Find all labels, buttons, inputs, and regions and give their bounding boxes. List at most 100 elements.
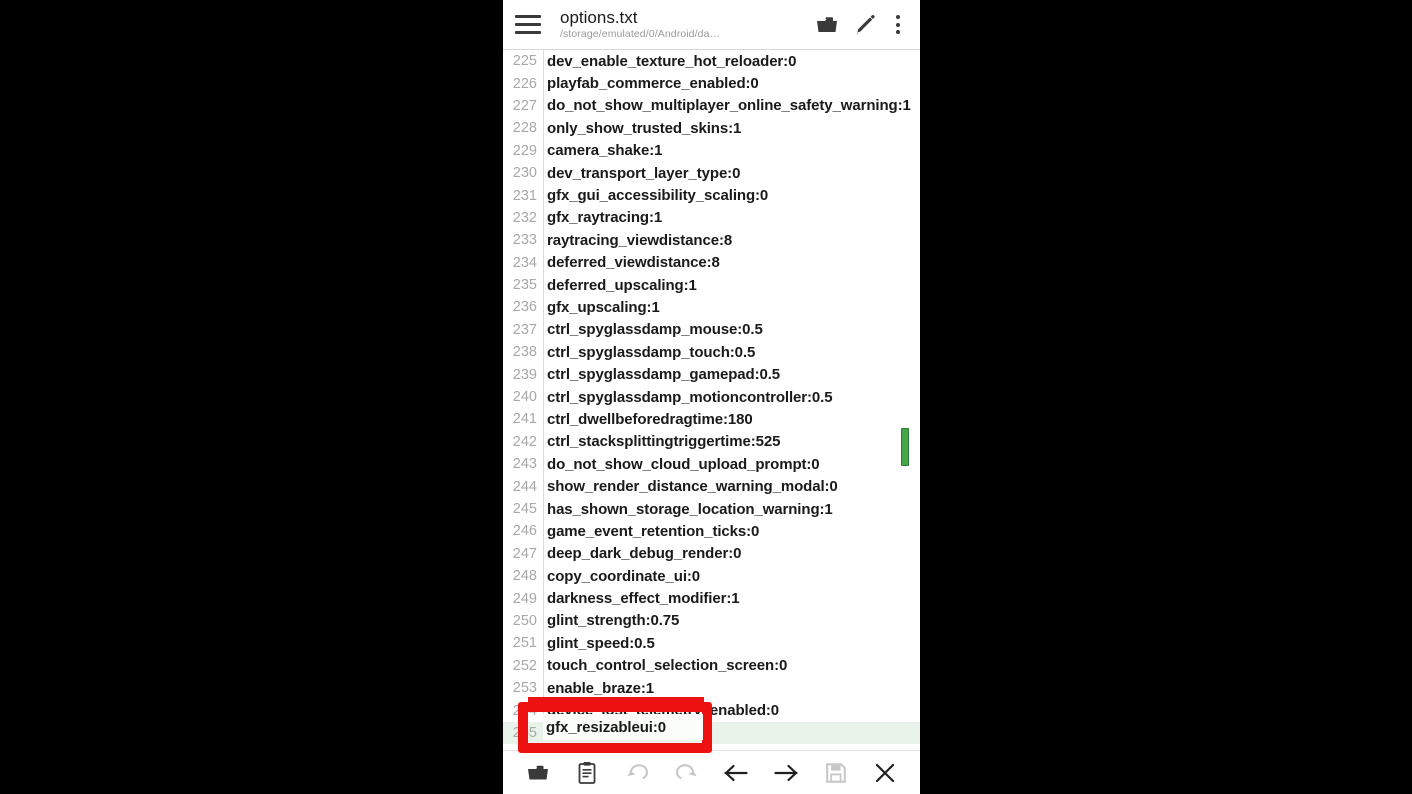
code-line-list[interactable]: 225 dev_enable_texture_hot_reloader:0 226 p…	[503, 50, 920, 745]
overflow-menu-button[interactable]	[884, 6, 912, 44]
vertical-scrollbar-thumb[interactable]	[901, 428, 909, 466]
line-text[interactable]: touch_control_selection_screen:0	[543, 657, 920, 674]
redo-button[interactable]	[667, 755, 707, 791]
code-line-row[interactable]: 228 only_show_trusted_skins:1	[503, 117, 920, 139]
code-line-row[interactable]: 246 game_event_retention_ticks:0	[503, 520, 920, 542]
line-text[interactable]: gfx_upscaling:1	[543, 299, 920, 316]
line-number: 234	[512, 254, 537, 271]
line-text[interactable]: camera_shake:1	[543, 142, 920, 159]
line-text[interactable]: show_render_distance_warning_modal:0	[543, 478, 920, 495]
line-number: 228	[512, 120, 537, 137]
line-text[interactable]: dev_enable_texture_hot_reloader:0	[543, 53, 920, 70]
code-line-row[interactable]: 226 playfab_commerce_enabled:0	[503, 72, 920, 94]
line-text[interactable]: glint_strength:0.75	[543, 612, 920, 629]
more-vertical-icon-dot	[896, 30, 900, 34]
line-number: 238	[512, 344, 537, 361]
code-line-row[interactable]: 242 ctrl_stacksplittingtriggertime:525	[503, 431, 920, 453]
edit-button[interactable]	[846, 6, 884, 44]
line-text[interactable]: ctrl_dwellbeforedragtime:180	[543, 411, 920, 428]
redo-icon	[674, 762, 700, 784]
folder-open-icon	[814, 14, 840, 36]
close-x-icon	[873, 761, 897, 785]
undo-button[interactable]	[617, 755, 657, 791]
navigate-forward-button[interactable]	[766, 755, 806, 791]
line-number: 243	[512, 456, 537, 473]
code-line-row[interactable]: 230 dev_transport_layer_type:0	[503, 162, 920, 184]
line-text[interactable]: do_not_show_multiplayer_online_safety_wa…	[543, 97, 920, 114]
code-line-row[interactable]: 243 do_not_show_cloud_upload_prompt:0	[503, 453, 920, 475]
line-number: 247	[512, 545, 537, 562]
bottom-toolbar	[503, 750, 920, 794]
paste-button[interactable]	[567, 755, 607, 791]
line-text[interactable]: gfx_gui_accessibility_scaling:0	[543, 187, 920, 204]
line-text[interactable]: gfx_raytracing:1	[543, 209, 920, 226]
code-line-row[interactable]: 249 darkness_effect_modifier:1	[503, 587, 920, 609]
code-line-row[interactable]: 241 ctrl_dwellbeforedragtime:180	[503, 408, 920, 430]
open-file-button[interactable]	[518, 755, 558, 791]
code-line-row[interactable]: 247 deep_dark_debug_render:0	[503, 543, 920, 565]
line-number: 246	[512, 523, 537, 540]
text-editor-app-window: options.txt /storage/emulated/0/Android/…	[503, 0, 920, 794]
code-editor-area[interactable]: 225 dev_enable_texture_hot_reloader:0 226 p…	[503, 50, 920, 750]
code-line-row[interactable]: 236 gfx_upscaling:1	[503, 296, 920, 318]
open-folder-button[interactable]	[808, 6, 846, 44]
arrow-right-icon	[772, 762, 800, 784]
line-number: 229	[512, 142, 537, 159]
line-text[interactable]: deep_dark_debug_render:0	[543, 545, 920, 562]
line-text[interactable]: ctrl_spyglassdamp_motioncontroller:0.5	[543, 389, 920, 406]
code-line-row[interactable]: 233 raytracing_viewdistance:8	[503, 229, 920, 251]
line-text[interactable]: dev_transport_layer_type:0	[543, 165, 920, 182]
code-line-row[interactable]: 234 deferred_viewdistance:8	[503, 252, 920, 274]
code-line-row[interactable]: 239 ctrl_spyglassdamp_gamepad:0.5	[503, 363, 920, 385]
code-line-row[interactable]: 229 camera_shake:1	[503, 140, 920, 162]
code-line-row[interactable]: 235 deferred_upscaling:1	[503, 274, 920, 296]
hamburger-bar	[515, 23, 541, 26]
code-line-row[interactable]: 238 ctrl_spyglassdamp_touch:0.5	[503, 341, 920, 363]
hamburger-bar	[515, 31, 541, 34]
line-text[interactable]: game_event_retention_ticks:0	[543, 523, 920, 540]
file-path-subtitle: /storage/emulated/0/Android/da…	[560, 28, 721, 40]
close-button[interactable]	[865, 755, 905, 791]
line-number: 227	[512, 97, 537, 114]
line-text[interactable]: deferred_viewdistance:8	[543, 254, 920, 271]
line-text[interactable]: playfab_commerce_enabled:0	[543, 75, 920, 92]
line-text[interactable]: darkness_effect_modifier:1	[543, 590, 920, 607]
line-number: 231	[512, 187, 537, 204]
line-text[interactable]: ctrl_stacksplittingtriggertime:525	[543, 433, 920, 450]
app-header-bar: options.txt /storage/emulated/0/Android/…	[503, 0, 920, 50]
code-line-row[interactable]: 232 gfx_raytracing:1	[503, 207, 920, 229]
line-number: 237	[512, 321, 537, 338]
line-text[interactable]: only_show_trusted_skins:1	[543, 120, 920, 137]
line-text[interactable]: ctrl_spyglassdamp_touch:0.5	[543, 344, 920, 361]
code-line-row[interactable]: 245 has_shown_storage_location_warning:1	[503, 498, 920, 520]
line-text[interactable]: ctrl_spyglassdamp_mouse:0.5	[543, 321, 920, 338]
code-line-row[interactable]: 248 copy_coordinate_ui:0	[503, 565, 920, 587]
code-line-row[interactable]: 225 dev_enable_texture_hot_reloader:0	[503, 50, 920, 72]
code-line-row[interactable]: 231 gfx_gui_accessibility_scaling:0	[503, 184, 920, 206]
code-line-row[interactable]: 253 enable_braze:1	[503, 677, 920, 699]
code-line-row[interactable]: 251 glint_speed:0.5	[503, 632, 920, 654]
code-line-row[interactable]: 252 touch_control_selection_screen:0	[503, 655, 920, 677]
hamburger-menu-icon[interactable]	[513, 10, 543, 40]
line-number: 253	[512, 680, 537, 697]
save-button[interactable]	[816, 755, 856, 791]
line-text[interactable]: enable_braze:1	[543, 680, 920, 697]
screenshot-stage: options.txt /storage/emulated/0/Android/…	[0, 0, 1412, 794]
line-number: 248	[512, 568, 537, 585]
code-line-row[interactable]: 244 show_render_distance_warning_modal:0	[503, 475, 920, 497]
line-text[interactable]: deferred_upscaling:1	[543, 277, 920, 294]
line-text[interactable]: ctrl_spyglassdamp_gamepad:0.5	[543, 366, 920, 383]
folder-open-icon	[526, 763, 550, 783]
code-line-row[interactable]: 250 glint_strength:0.75	[503, 610, 920, 632]
line-number: 249	[512, 590, 537, 607]
line-text[interactable]: glint_speed:0.5	[543, 635, 920, 652]
code-line-row[interactable]: 240 ctrl_spyglassdamp_motioncontroller:0.…	[503, 386, 920, 408]
line-text[interactable]: raytracing_viewdistance:8	[543, 232, 920, 249]
code-line-row[interactable]: 227 do_not_show_multiplayer_online_safety…	[503, 95, 920, 117]
navigate-back-button[interactable]	[716, 755, 756, 791]
code-line-row[interactable]: 237 ctrl_spyglassdamp_mouse:0.5	[503, 319, 920, 341]
line-number: 236	[512, 299, 537, 316]
line-text[interactable]: do_not_show_cloud_upload_prompt:0	[543, 456, 920, 473]
line-text[interactable]: has_shown_storage_location_warning:1	[543, 501, 920, 518]
line-text[interactable]: copy_coordinate_ui:0	[543, 568, 920, 585]
